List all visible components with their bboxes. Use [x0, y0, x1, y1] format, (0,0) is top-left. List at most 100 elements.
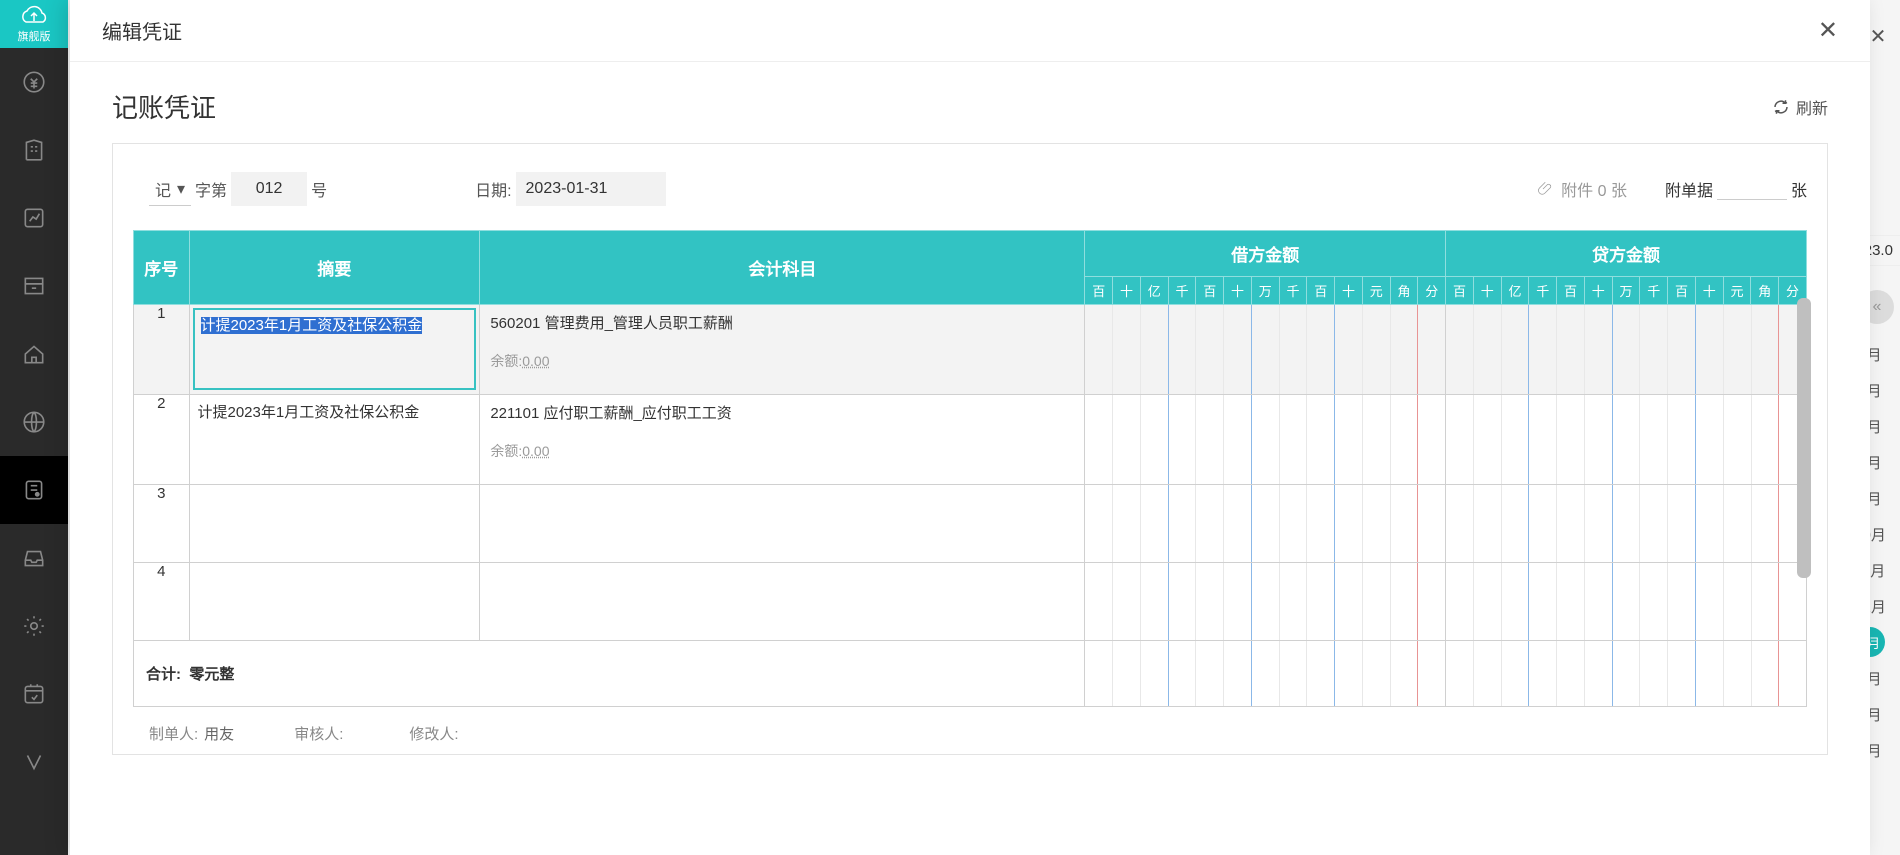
- chart-icon: [21, 205, 47, 231]
- sidebar-nav-1[interactable]: [0, 48, 68, 116]
- total-debit: [1085, 641, 1446, 707]
- voucher-row: 3: [134, 485, 1807, 563]
- sidebar-nav-4[interactable]: [0, 252, 68, 320]
- digit-header: 千: [1640, 277, 1668, 305]
- brand-logo: 旗舰版: [0, 0, 68, 48]
- row-seq: 1: [134, 305, 190, 395]
- col-subject: 会计科目: [480, 231, 1085, 305]
- digit-header: 万: [1612, 277, 1640, 305]
- total-credit: [1446, 641, 1807, 707]
- digit-header: 角: [1390, 277, 1418, 305]
- row-summary[interactable]: 计提2023年1月工资及社保公积金: [189, 305, 480, 395]
- sidebar-nav-8[interactable]: [0, 524, 68, 592]
- row-summary[interactable]: 计提2023年1月工资及社保公积金: [189, 395, 480, 485]
- maker-label: 制单人:: [149, 726, 198, 743]
- edit-voucher-modal: 编辑凭证 ✕ 记账凭证 刷新 记 ▾ 字第: [70, 0, 1870, 855]
- chevron-down-icon: ▾: [177, 179, 185, 199]
- digit-header: 百: [1668, 277, 1696, 305]
- number-suffix: 号: [311, 177, 327, 201]
- refresh-button[interactable]: 刷新: [1772, 95, 1828, 119]
- sidebar-nav-9[interactable]: [0, 592, 68, 660]
- app-sidebar: 旗舰版: [0, 0, 68, 855]
- row-subject[interactable]: 221101 应付职工薪酬_应付职工工资余额:0.00: [480, 395, 1085, 485]
- row-subject[interactable]: 560201 管理费用_管理人员职工薪酬余额:0.00: [480, 305, 1085, 395]
- digit-header: 千: [1529, 277, 1557, 305]
- maker-value: 用友: [204, 726, 234, 743]
- digit-header: 分: [1418, 277, 1446, 305]
- row-subject[interactable]: [480, 563, 1085, 641]
- row-credit-amount[interactable]: [1446, 395, 1807, 485]
- voucher-row: 2计提2023年1月工资及社保公积金221101 应付职工薪酬_应付职工工资余额…: [134, 395, 1807, 485]
- row-debit-amount[interactable]: [1085, 485, 1446, 563]
- voucher-row: 4: [134, 563, 1807, 641]
- row-subject[interactable]: [480, 485, 1085, 563]
- digit-header: 亿: [1140, 277, 1168, 305]
- row-seq: 2: [134, 395, 190, 485]
- modal-header: 编辑凭证 ✕: [70, 0, 1870, 62]
- modifier-label: 修改人:: [409, 726, 458, 743]
- digit-header: 元: [1362, 277, 1390, 305]
- globe-icon: [21, 409, 47, 435]
- row-debit-amount[interactable]: [1085, 395, 1446, 485]
- voucher-number-input[interactable]: [231, 172, 307, 206]
- modal-title: 编辑凭证: [102, 16, 182, 45]
- voucher-date-input[interactable]: [516, 172, 666, 206]
- modal-body: 记账凭证 刷新 记 ▾ 字第 号: [70, 62, 1870, 855]
- coin-icon: [21, 69, 47, 95]
- calendar-icon: [21, 681, 47, 707]
- attachment-info[interactable]: 附件 0 张: [1537, 177, 1627, 201]
- digit-header: 十: [1224, 277, 1252, 305]
- col-debit: 借方金额: [1085, 231, 1446, 277]
- sidebar-nav-11[interactable]: [0, 728, 68, 796]
- inbox-icon: [21, 545, 47, 571]
- auditor-label: 审核人:: [294, 726, 343, 743]
- row-debit-amount[interactable]: [1085, 563, 1446, 641]
- digit-header: 百: [1446, 277, 1474, 305]
- total-cell: 合计: 零元整: [134, 641, 1085, 707]
- gear-icon: [21, 613, 47, 639]
- attach-slip-label: 附单据: [1665, 177, 1713, 201]
- modal-close-button[interactable]: ✕: [1818, 16, 1838, 45]
- cloud-upload-icon: [18, 4, 50, 28]
- digit-header: 十: [1335, 277, 1363, 305]
- refresh-icon: [1772, 98, 1790, 116]
- device-icon: [21, 477, 47, 503]
- row-seq: 3: [134, 485, 190, 563]
- paperclip-icon: [1537, 180, 1555, 198]
- sidebar-nav-5[interactable]: [0, 320, 68, 388]
- building-icon: [21, 137, 47, 163]
- digit-header: 千: [1279, 277, 1307, 305]
- col-summary: 摘要: [189, 231, 480, 305]
- digit-header: 百: [1557, 277, 1585, 305]
- attach-slip-input[interactable]: [1717, 179, 1787, 200]
- voucher-type-select[interactable]: 记 ▾: [149, 173, 191, 206]
- row-credit-amount[interactable]: [1446, 305, 1807, 395]
- sidebar-nav-2[interactable]: [0, 116, 68, 184]
- digit-header: 万: [1251, 277, 1279, 305]
- voucher-footer: 制单人: 用友 审核人: 修改人:: [113, 707, 1827, 754]
- row-summary[interactable]: [189, 485, 480, 563]
- digit-header: 十: [1473, 277, 1501, 305]
- voucher-title: 记账凭证: [112, 88, 216, 125]
- house-icon: [21, 341, 47, 367]
- sidebar-nav-10[interactable]: [0, 660, 68, 728]
- digit-header: 元: [1723, 277, 1751, 305]
- digit-header: 百: [1085, 277, 1113, 305]
- row-credit-amount[interactable]: [1446, 485, 1807, 563]
- digit-header: 角: [1751, 277, 1779, 305]
- date-label: 日期:: [475, 177, 511, 201]
- digit-header: 百: [1196, 277, 1224, 305]
- digit-header: 十: [1695, 277, 1723, 305]
- sidebar-nav-3[interactable]: [0, 184, 68, 252]
- archive-icon: [21, 273, 47, 299]
- attach-slip-unit: 张: [1791, 177, 1807, 201]
- col-credit: 贷方金额: [1446, 231, 1807, 277]
- summary-input[interactable]: 计提2023年1月工资及社保公积金: [193, 308, 477, 390]
- voucher-entry-table: 序号 摘要 会计科目 借方金额 贷方金额 百十亿千百十万千百十元角分百十亿千百十…: [133, 230, 1807, 707]
- row-summary[interactable]: [189, 563, 480, 641]
- row-credit-amount[interactable]: [1446, 563, 1807, 641]
- sidebar-nav-7[interactable]: [0, 456, 68, 524]
- row-debit-amount[interactable]: [1085, 305, 1446, 395]
- digit-header: 百: [1307, 277, 1335, 305]
- sidebar-nav-6[interactable]: [0, 388, 68, 456]
